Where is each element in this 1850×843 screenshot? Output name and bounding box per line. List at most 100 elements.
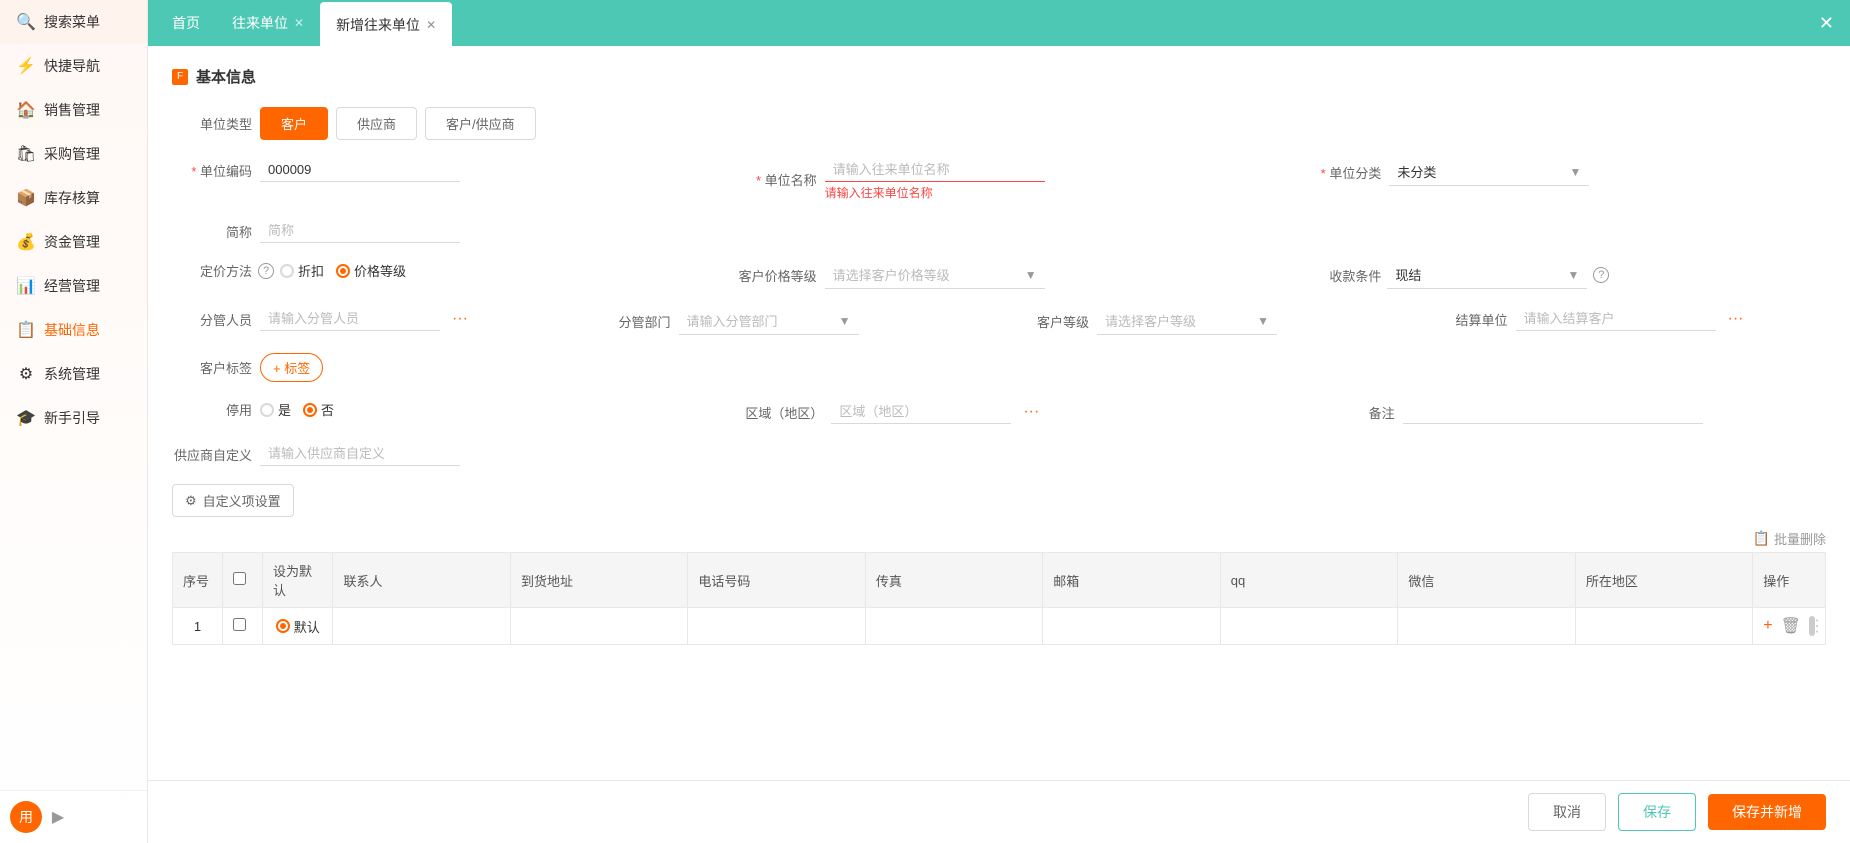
save-and-new-button[interactable]: 保存并新增 xyxy=(1708,794,1826,830)
payment-terms-label: 收款条件 xyxy=(1301,266,1381,285)
window-close-button[interactable]: ✕ xyxy=(1811,13,1842,34)
region-more-btn[interactable]: ··· xyxy=(1019,403,1043,421)
payment-info-icon[interactable]: ? xyxy=(1593,267,1609,283)
customer-level-placeholder: 请选择客户等级 xyxy=(1105,311,1253,330)
customer-price-level-select[interactable]: 请选择客户价格等级 ▼ xyxy=(825,261,1045,289)
row-fax[interactable] xyxy=(865,608,1042,645)
pricing-info-icon[interactable]: ? xyxy=(258,263,274,279)
type-btn-both[interactable]: 客户/供应商 xyxy=(425,107,536,140)
radio-discount[interactable]: 折扣 xyxy=(280,261,324,280)
sidebar-item-sales[interactable]: 🏠 销售管理 xyxy=(0,88,147,132)
sidebar-item-basic[interactable]: 📋 基础信息 xyxy=(0,308,147,352)
email-input[interactable] xyxy=(1053,619,1209,634)
purchase-icon: 🛍 xyxy=(16,144,36,164)
row-seq: 1 xyxy=(173,608,223,645)
radio-price-level[interactable]: 价格等级 xyxy=(336,261,406,280)
tab-home[interactable]: 首页 xyxy=(156,0,216,46)
dept-select[interactable]: 请输入分管部门 ▼ xyxy=(679,307,859,335)
unit-name-input[interactable] xyxy=(825,158,1045,182)
custom-settings-button[interactable]: ⚙ 自定义项设置 xyxy=(172,484,294,517)
row-contact[interactable] xyxy=(333,608,510,645)
section-icon: F xyxy=(172,69,188,85)
cancel-button[interactable]: 取消 xyxy=(1528,793,1606,831)
customer-tag-group: 客户标签 + 标签 xyxy=(172,353,1826,382)
settlement-unit-more-btn[interactable]: ··· xyxy=(1724,310,1748,328)
row-area[interactable] xyxy=(1575,608,1752,645)
tab-partner-close[interactable]: ✕ xyxy=(294,16,304,30)
add-row-button[interactable]: + xyxy=(1763,617,1772,635)
type-btn-supplier[interactable]: 供应商 xyxy=(336,107,417,140)
unit-category-label: 单位分类 xyxy=(1301,163,1381,182)
type-btn-customer[interactable]: 客户 xyxy=(260,107,328,140)
unit-name-error: 请输入往来单位名称 xyxy=(825,184,1045,201)
row-default-radio[interactable]: 默认 xyxy=(273,617,322,636)
dept-arrow: ▼ xyxy=(839,314,851,328)
unit-code-input[interactable] xyxy=(260,158,460,182)
row-checkbox-input[interactable] xyxy=(233,618,246,631)
tab-new-partner[interactable]: 新增往来单位 ✕ xyxy=(320,2,452,48)
save-button[interactable]: 保存 xyxy=(1618,793,1696,831)
row-address[interactable] xyxy=(510,608,687,645)
sidebar-item-quick-nav[interactable]: ⚡ 快捷导航 xyxy=(0,44,147,88)
payment-terms-select[interactable]: 现结 ▼ xyxy=(1387,261,1587,289)
sidebar-expand-icon[interactable]: ▶ xyxy=(50,809,66,825)
settlement-unit-input[interactable] xyxy=(1516,307,1716,331)
sidebar-item-inventory[interactable]: 📦 库存核算 xyxy=(0,176,147,220)
sidebar-item-label: 搜索菜单 xyxy=(44,12,100,32)
address-input[interactable] xyxy=(521,619,677,634)
tab-new-partner-close[interactable]: ✕ xyxy=(426,18,436,32)
unit-code-label: 单位编码 xyxy=(172,161,252,180)
tab-partner[interactable]: 往来单位 ✕ xyxy=(216,0,320,46)
unit-category-select[interactable]: 未分类 ▼ xyxy=(1389,158,1589,186)
header-checkbox[interactable] xyxy=(233,572,246,585)
row-qq[interactable] xyxy=(1220,608,1398,645)
batch-delete-label[interactable]: 批量删除 xyxy=(1774,529,1826,548)
sidebar-item-label: 采购管理 xyxy=(44,144,100,164)
radio-yes-label: 是 xyxy=(278,400,291,419)
abbr-label: 简称 xyxy=(172,222,252,241)
main-area: 首页 往来单位 ✕ 新增往来单位 ✕ ✕ F 基本信息 单位类型 客户 供应商 … xyxy=(148,0,1850,843)
drag-handle[interactable]: ⋮ xyxy=(1809,616,1815,636)
radio-yes[interactable]: 是 xyxy=(260,400,291,419)
phone-input[interactable] xyxy=(698,619,854,634)
region-group: 区域（地区） ··· xyxy=(743,400,1254,424)
unit-code-group: 单位编码 xyxy=(172,158,697,182)
tab-partner-label: 往来单位 xyxy=(232,13,288,33)
custom-settings-label: 自定义项设置 xyxy=(203,491,281,510)
row-phone[interactable] xyxy=(688,608,865,645)
customer-price-level-placeholder: 请选择客户价格等级 xyxy=(833,265,1021,284)
delete-row-button[interactable]: 🗑 xyxy=(1781,616,1801,636)
col-wechat: 微信 xyxy=(1398,553,1575,608)
col-qq: qq xyxy=(1220,553,1398,608)
region-input[interactable] xyxy=(831,400,1011,424)
customer-level-select[interactable]: 请选择客户等级 ▼ xyxy=(1097,307,1277,335)
sidebar-item-search[interactable]: 🔍 搜索菜单 xyxy=(0,0,147,44)
contact-input[interactable] xyxy=(343,619,499,634)
sidebar-item-guide[interactable]: 🎓 新手引导 xyxy=(0,396,147,440)
radio-no[interactable]: 否 xyxy=(303,400,334,419)
add-tag-button[interactable]: + 标签 xyxy=(260,353,323,382)
wechat-input[interactable] xyxy=(1408,619,1564,634)
sidebar-item-purchase[interactable]: 🛍 采购管理 xyxy=(0,132,147,176)
manager-input[interactable] xyxy=(260,307,440,331)
sidebar-item-label: 资金管理 xyxy=(44,232,100,252)
system-icon: ⚙ xyxy=(16,364,36,384)
section-title: 基本信息 xyxy=(196,66,256,87)
manager-more-btn[interactable]: ··· xyxy=(448,310,472,328)
row-wechat[interactable] xyxy=(1398,608,1575,645)
gear-icon: ⚙ xyxy=(185,493,197,509)
row-email[interactable] xyxy=(1043,608,1220,645)
fax-input[interactable] xyxy=(876,619,1032,634)
search-menu-icon: 🔍 xyxy=(16,12,36,32)
sidebar-item-finance[interactable]: 💰 资金管理 xyxy=(0,220,147,264)
col-checkbox xyxy=(223,553,263,608)
sidebar-item-operations[interactable]: 📊 经营管理 xyxy=(0,264,147,308)
abbr-input[interactable] xyxy=(260,219,460,243)
remark-input[interactable] xyxy=(1403,400,1703,424)
area-input[interactable] xyxy=(1586,619,1742,634)
customer-price-level-arrow: ▼ xyxy=(1025,268,1037,282)
sidebar-item-system[interactable]: ⚙ 系统管理 xyxy=(0,352,147,396)
payment-terms-group: 收款条件 现结 ▼ ? xyxy=(1301,261,1826,289)
supplier-custom-input[interactable] xyxy=(260,442,460,466)
qq-input[interactable] xyxy=(1231,619,1388,634)
